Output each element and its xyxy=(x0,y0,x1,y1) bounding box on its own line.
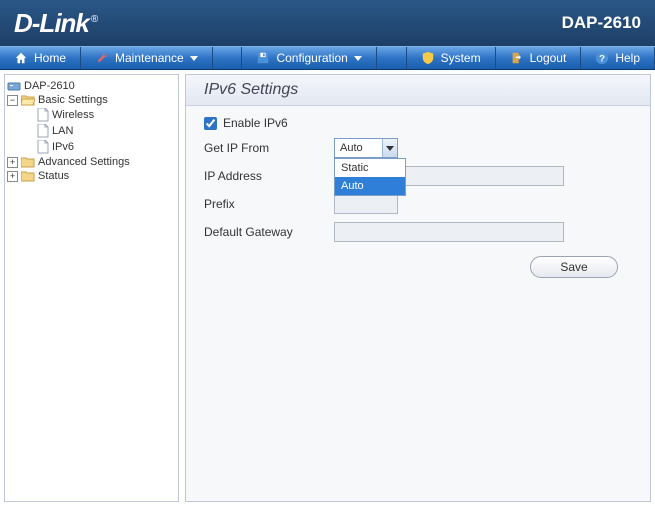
content-panel: IPv6 Settings Enable IPv6 Get IP From Au… xyxy=(185,74,651,502)
disk-icon xyxy=(256,51,270,65)
ip-address-label: IP Address xyxy=(204,169,334,183)
prefix-input[interactable] xyxy=(334,194,398,214)
folder-icon xyxy=(21,170,35,182)
enable-ipv6-checkbox[interactable] xyxy=(204,117,217,130)
menu-configuration-label: Configuration xyxy=(276,51,347,65)
chevron-down-icon xyxy=(190,56,198,61)
tree-status[interactable]: + Status xyxy=(7,169,176,183)
expand-icon[interactable]: + xyxy=(7,171,18,182)
brand-logo: D-Link ® xyxy=(14,8,100,39)
sidebar: DAP-2610 − Basic Settings Wireless LAN xyxy=(4,74,179,502)
shield-icon xyxy=(421,51,435,65)
model-label: DAP-2610 xyxy=(562,13,641,33)
menu-system[interactable]: System xyxy=(407,47,496,69)
chevron-down-icon xyxy=(354,56,362,61)
tree-wireless-label: Wireless xyxy=(52,109,94,121)
header: D-Link ® DAP-2610 xyxy=(0,0,655,46)
tree-basic-settings[interactable]: − Basic Settings xyxy=(7,93,176,107)
help-icon: ? xyxy=(595,51,609,65)
svg-text:?: ? xyxy=(599,54,605,65)
tree-root[interactable]: DAP-2610 xyxy=(7,79,176,93)
page-icon xyxy=(37,108,49,122)
registered-mark: ® xyxy=(91,14,98,25)
get-ip-from-select[interactable]: Auto xyxy=(334,138,398,158)
menu-help-label: Help xyxy=(615,51,640,65)
tree-root-label: DAP-2610 xyxy=(24,80,75,92)
default-gateway-input[interactable] xyxy=(334,222,564,242)
save-button[interactable]: Save xyxy=(530,256,618,278)
logout-icon xyxy=(510,51,524,65)
folder-open-icon xyxy=(21,94,35,106)
tree-status-label: Status xyxy=(38,170,69,182)
option-auto[interactable]: Auto xyxy=(335,177,405,195)
get-ip-from-dropdown: Static Auto xyxy=(334,158,406,196)
menu-configuration[interactable]: Configuration xyxy=(242,47,376,69)
page-title: IPv6 Settings xyxy=(186,75,650,106)
menu-system-label: System xyxy=(441,51,481,65)
menu-help[interactable]: ? Help xyxy=(581,47,655,69)
wrench-icon xyxy=(95,51,109,65)
option-static[interactable]: Static xyxy=(335,159,405,177)
menu-logout-label: Logout xyxy=(530,51,567,65)
chevron-down-icon xyxy=(382,139,397,157)
tree-advanced-label: Advanced Settings xyxy=(38,156,130,168)
expand-icon[interactable]: + xyxy=(7,157,18,168)
collapse-icon[interactable]: − xyxy=(7,95,18,106)
device-icon xyxy=(7,80,21,92)
page-icon xyxy=(37,124,49,138)
menu-home[interactable]: Home xyxy=(0,47,81,69)
tree-lan-label: LAN xyxy=(52,125,73,137)
tree-advanced-settings[interactable]: + Advanced Settings xyxy=(7,155,176,169)
tree-ipv6-label: IPv6 xyxy=(52,141,74,153)
menu-home-label: Home xyxy=(34,51,66,65)
tree-lan[interactable]: LAN xyxy=(7,123,176,139)
enable-ipv6-label: Enable IPv6 xyxy=(223,116,288,130)
menu-logout[interactable]: Logout xyxy=(496,47,582,69)
get-ip-from-value: Auto xyxy=(340,142,363,154)
prefix-label: Prefix xyxy=(204,197,334,211)
page-icon xyxy=(37,140,49,154)
menu-maintenance-label: Maintenance xyxy=(115,51,184,65)
menu-maintenance[interactable]: Maintenance xyxy=(81,47,213,69)
tree-ipv6[interactable]: IPv6 xyxy=(7,139,176,155)
home-icon xyxy=(14,51,28,65)
tree-wireless[interactable]: Wireless xyxy=(7,107,176,123)
folder-icon xyxy=(21,156,35,168)
tree-basic-label: Basic Settings xyxy=(38,94,108,106)
brand-text: D-Link xyxy=(14,8,89,39)
get-ip-from-label: Get IP From xyxy=(204,141,334,155)
default-gateway-label: Default Gateway xyxy=(204,225,334,239)
menubar: Home Maintenance Configuration System Lo… xyxy=(0,46,655,70)
